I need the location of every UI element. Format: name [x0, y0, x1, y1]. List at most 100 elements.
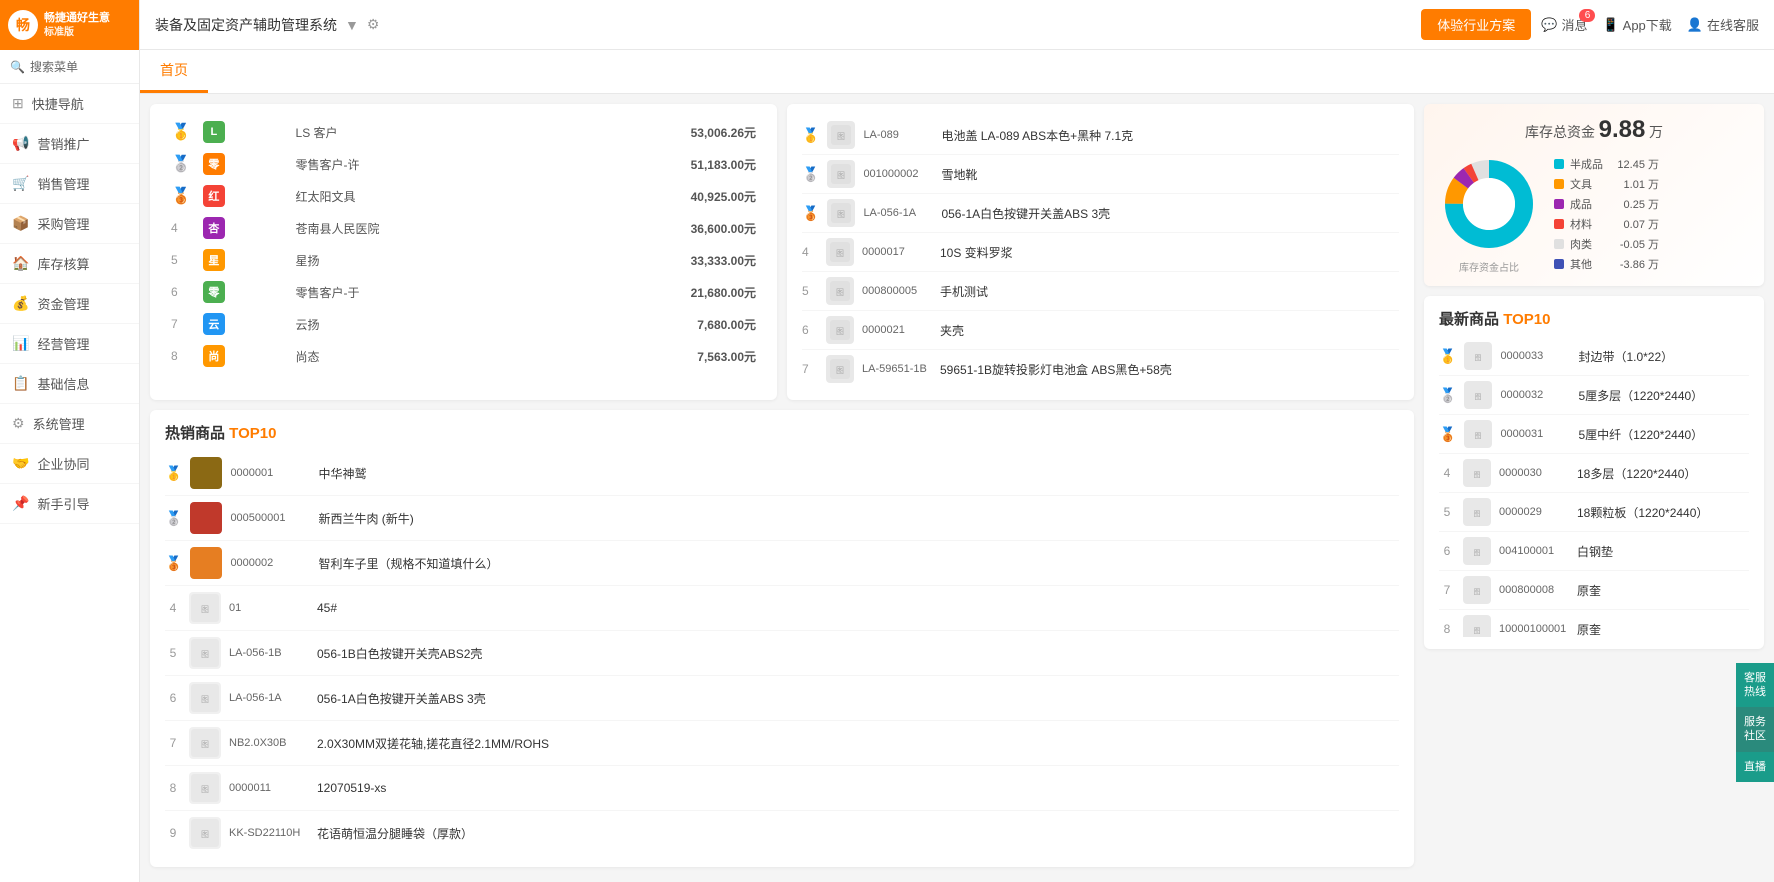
product-code: 000800008 [1499, 584, 1569, 596]
customer-avatar: 尚 [203, 345, 225, 367]
customer-name: 红太阳文具 [290, 180, 552, 212]
product-code: 0000002 [230, 557, 310, 569]
main-area: 装备及固定资产辅助管理系统 ▼ ⚙ 体验行业方案 💬 消息 6 📱 App下载 … [140, 0, 1774, 882]
svg-text:图: 图 [837, 210, 845, 219]
hot-product-row: 4 图 01 45# [165, 586, 1399, 631]
sidebar-item-purchase[interactable]: 📦 采购管理 [0, 204, 139, 244]
product-name: 中华神鹫 [318, 465, 1399, 482]
product-icon: 图 [826, 238, 854, 266]
basic-info-icon: 📋 [12, 375, 29, 392]
product-code: 10000100001 [1499, 623, 1569, 635]
product-thumbnail: 图 [189, 727, 221, 759]
sidebar-item-collab[interactable]: 🤝 企业协同 [0, 444, 139, 484]
customer-row: 6 零 零售客户-于 21,680.00元 [165, 276, 762, 308]
newest-product-row: 🥇 图 0000033 封边带（1.0*22） [1439, 337, 1749, 376]
product-code: 001000002 [863, 168, 933, 180]
online-service-button[interactable]: 👤 在线客服 [1687, 15, 1759, 34]
sidebar-logo: 畅 畅捷通好生意 标准版 [0, 0, 139, 50]
newest-products-title-row: 最新商品 TOP10 [1439, 308, 1749, 329]
product-name: 智利车子里（规格不知道填什么） [318, 555, 1399, 572]
product-code: LA-056-1A [229, 692, 309, 704]
service-community-btn[interactable]: 服务社区 [1736, 707, 1774, 752]
content-area: 🥇 L LS 客户 53,006.26元 🥈 零 零售客户-许 51,183.0… [140, 94, 1774, 882]
customer-amount: 7,563.00元 [551, 340, 762, 372]
app-download-button[interactable]: 📱 App下载 [1602, 15, 1671, 34]
customer-avatar: 零 [203, 281, 225, 303]
product-code: LA-056-1B [229, 647, 309, 659]
customer-service-btn[interactable]: 客服热线 [1736, 663, 1774, 708]
customer-name: 苍南县人民医院 [290, 212, 552, 244]
sidebar-item-system[interactable]: ⚙ 系统管理 [0, 404, 139, 444]
logo-icon: 畅 [8, 10, 38, 40]
sidebar-item-finance[interactable]: 💰 资金管理 [0, 284, 139, 324]
customer-avatar: 零 [203, 153, 225, 175]
product-code: 0000030 [1499, 467, 1569, 479]
product-code: 0000011 [229, 782, 309, 794]
product-name: 056-1A白色按键开关盖ABS 3壳 [317, 690, 1399, 707]
legend-label: 成品 [1570, 196, 1592, 212]
customer-amount: 21,680.00元 [551, 276, 762, 308]
newest-product-row: 7 图 000800008 原奎 [1439, 571, 1749, 610]
sidebar-item-guide[interactable]: 📌 新手引导 [0, 484, 139, 524]
product-code: 01 [229, 602, 309, 614]
svg-text:图: 图 [837, 132, 845, 141]
sidebar-item-marketing[interactable]: 📢 营销推广 [0, 124, 139, 164]
rank-number: 7 [165, 308, 197, 340]
rank-avatar-cell: 零 [197, 148, 290, 180]
customer-avatar: 红 [203, 185, 225, 207]
new-product-row: 4 图 0000017 10S 变料罗浆 [802, 233, 1399, 272]
message-button[interactable]: 💬 消息 6 [1541, 15, 1587, 34]
customer-row: 7 云 云扬 7,680.00元 [165, 308, 762, 340]
sidebar-item-inventory[interactable]: 🏠 库存核算 [0, 244, 139, 284]
product-code: 000800005 [862, 285, 932, 297]
inventory-total: 库存总资金 9.88 万 [1439, 116, 1749, 144]
rank-avatar-cell: L [197, 116, 290, 148]
svg-text:图: 图 [201, 695, 209, 704]
product-code: 0000001 [230, 467, 310, 479]
donut-svg [1439, 154, 1539, 254]
rank-number: 🥇 [165, 116, 197, 148]
product-name: 原奎 [1577, 621, 1749, 638]
legend-item: 其他 -3.86 万 [1554, 256, 1659, 272]
live-btn[interactable]: 直播 [1736, 752, 1774, 782]
search-menu[interactable]: 🔍 搜索菜单 [0, 50, 139, 84]
customer-row: 4 杏 苍南县人民医院 36,600.00元 [165, 212, 762, 244]
sidebar-item-sales[interactable]: 🛒 销售管理 [0, 164, 139, 204]
tab-home[interactable]: 首页 [140, 50, 208, 93]
legend-value: 12.45 万 [1609, 156, 1659, 172]
sidebar-item-quick-nav[interactable]: ⊞ 快捷导航 [0, 84, 139, 124]
product-icon: 图 [1464, 381, 1492, 409]
product-thumbnail: 图 [189, 817, 221, 849]
product-code: 0000033 [1500, 350, 1570, 362]
product-thumbnail [190, 502, 222, 534]
settings-icon[interactable]: ⚙ [367, 16, 380, 33]
product-code: LA-056-1A [863, 207, 933, 219]
rank-number: 6 [165, 276, 197, 308]
sidebar: 畅 畅捷通好生意 标准版 🔍 搜索菜单 ⊞ 快捷导航 📢 营销推广 🛒 销售管理… [0, 0, 140, 882]
sidebar-item-basic-info[interactable]: 📋 基础信息 [0, 364, 139, 404]
trial-plan-button[interactable]: 体验行业方案 [1421, 9, 1531, 40]
rank-avatar-cell: 云 [197, 308, 290, 340]
page-tabs: 首页 [140, 50, 1774, 94]
product-thumbnail [190, 457, 222, 489]
product-icon: 图 [827, 199, 855, 227]
hot-product-row: 8 图 0000011 12070519-xs [165, 766, 1399, 811]
system-icon: ⚙ [12, 415, 25, 432]
dropdown-icon[interactable]: ▼ [345, 17, 359, 33]
product-code: 0000017 [862, 246, 932, 258]
product-code: 0000021 [862, 324, 932, 336]
hot-product-row: 🥈 000500001 新西兰牛肉 (新牛) [165, 496, 1399, 541]
svg-text:图: 图 [1475, 354, 1482, 362]
product-icon: 图 [827, 160, 855, 188]
product-name: 雪地靴 [941, 166, 1399, 183]
sidebar-item-operations[interactable]: 📊 经营管理 [0, 324, 139, 364]
product-code: 0000032 [1500, 389, 1570, 401]
product-code: LA-089 [863, 129, 933, 141]
hot-product-row: 5 图 LA-056-1B 056-1B白色按键开关壳ABS2壳 [165, 631, 1399, 676]
product-icon: 图 [826, 316, 854, 344]
hot-product-row: 🥇 0000001 中华神鹫 [165, 451, 1399, 496]
customer-row: 🥈 零 零售客户-许 51,183.00元 [165, 148, 762, 180]
sales-icon: 🛒 [12, 175, 29, 192]
customer-rank-table: 🥇 L LS 客户 53,006.26元 🥈 零 零售客户-许 51,183.0… [165, 116, 762, 372]
svg-text:图: 图 [201, 650, 209, 659]
